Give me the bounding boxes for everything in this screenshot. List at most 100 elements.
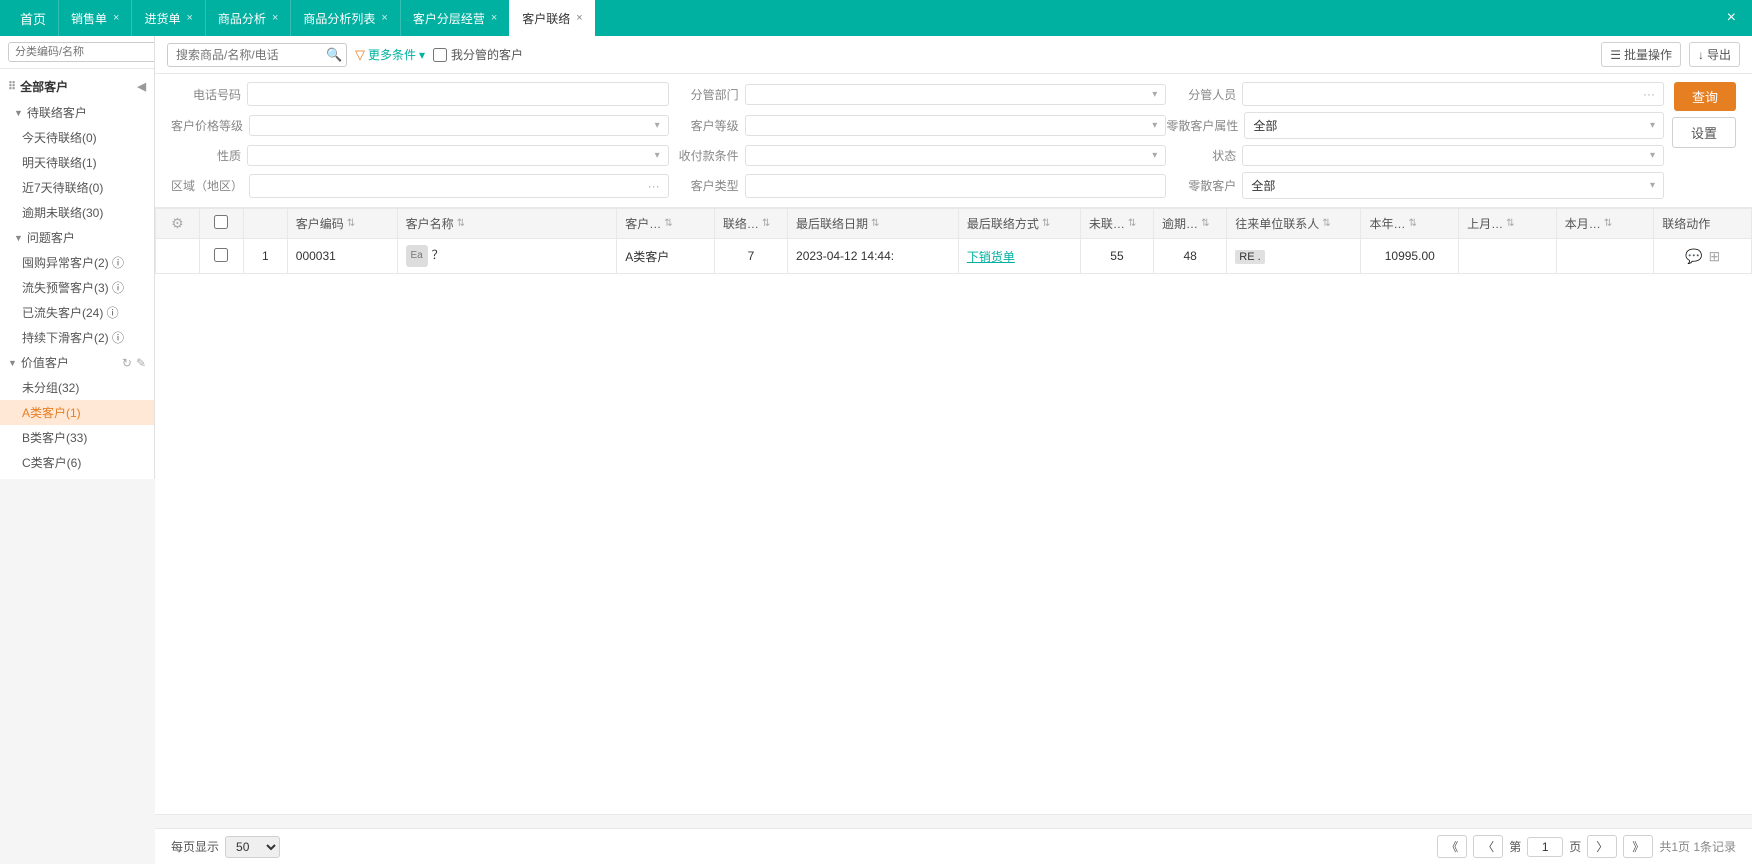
nav-tab-purchase-close[interactable]: × (186, 12, 192, 24)
sidebar-item-unclassified[interactable]: 未分组(32) (0, 375, 154, 400)
sidebar-item-class-a[interactable]: A类客户(1) (0, 400, 154, 425)
page-label: 第 (1509, 838, 1521, 855)
next-page-button[interactable]: 〉 (1587, 835, 1617, 858)
sidebar-item-tomorrow-contact[interactable]: 明天待联络(1) (0, 150, 154, 175)
filter-select-customer-grade[interactable]: ▾ (745, 115, 1167, 136)
sort-icon-name[interactable]: ⇅ (457, 218, 465, 229)
filter-search-icon[interactable]: 🔍 (326, 47, 342, 63)
filter-label-person: 分管人员 (1166, 86, 1236, 103)
edit-icon[interactable]: ✎ (136, 356, 146, 370)
select-all-checkbox[interactable] (214, 215, 228, 229)
nav-tab-sales-close[interactable]: × (113, 12, 119, 24)
last-page-button[interactable]: 》 (1623, 835, 1653, 858)
refresh-icon[interactable]: ↻ (122, 356, 132, 370)
sort-icon-this-month[interactable]: ⇅ (1604, 218, 1612, 229)
sort-icon-last-month[interactable]: ⇅ (1506, 218, 1514, 229)
filter-cell-status: 状态 ▾ (1166, 145, 1664, 166)
prev-page-button[interactable]: 〈 (1473, 835, 1503, 858)
sidebar-search-input[interactable] (8, 42, 155, 62)
sidebar-all-customers[interactable]: ⠿ 全部客户 ◀ (0, 73, 154, 100)
td-action: 💬 ⊞ (1654, 239, 1752, 274)
td-overdue: 48 (1154, 239, 1227, 274)
batch-op-button[interactable]: ☰ 批量操作 (1601, 42, 1681, 67)
sort-icon-no-contact[interactable]: ⇅ (1128, 218, 1136, 229)
nav-tab-purchase[interactable]: 进货单 × (131, 0, 204, 36)
sort-icon-contacts[interactable]: ⇅ (1322, 218, 1330, 229)
sidebar-item-class-b[interactable]: B类客户(33) (0, 425, 154, 450)
first-page-button[interactable]: 《 (1437, 835, 1467, 858)
nav-tab-sales[interactable]: 销售单 × (58, 0, 131, 36)
sort-icon-type[interactable]: ⇅ (664, 218, 672, 229)
nav-tab-customer-contact[interactable]: 客户联络 × (509, 0, 594, 36)
th-checkbox (199, 209, 243, 239)
global-close-button[interactable]: × (1719, 9, 1744, 27)
filter-select-scattered[interactable]: 全部 ▾ (1242, 172, 1664, 199)
ellipsis-icon-region[interactable]: ··· (648, 179, 660, 193)
sort-icon-contact[interactable]: ⇅ (762, 218, 770, 229)
filter-search-input[interactable] (176, 48, 326, 62)
td-last-date: 2023-04-12 14:44: (788, 239, 959, 274)
sidebar-item-hoard-abnormal[interactable]: 囤购异常客户(2) ⓘ (0, 250, 154, 275)
filter-cell-customer-grade: 客户等级 ▾ (669, 115, 1167, 136)
th-contact: 联络…⇅ (714, 209, 787, 239)
nav-tab-product-analysis-close[interactable]: × (272, 12, 278, 24)
sort-icon-code[interactable]: ⇅ (347, 218, 355, 229)
td-no-contact: 55 (1080, 239, 1153, 274)
filter-select-price-grade[interactable]: ▾ (249, 115, 669, 136)
th-seq (243, 209, 287, 239)
sort-icon-this-year[interactable]: ⇅ (1408, 218, 1416, 229)
filter-select-payment[interactable]: ▾ (745, 145, 1167, 166)
nav-tab-product-analysis[interactable]: 商品分析 × (205, 0, 290, 36)
sort-icon-last-date[interactable]: ⇅ (871, 218, 879, 229)
row-checkbox[interactable] (214, 248, 228, 262)
nav-tab-customer-tier[interactable]: 客户分层经营 × (400, 0, 509, 36)
sort-icon-overdue[interactable]: ⇅ (1201, 218, 1209, 229)
filter-input-customer-type[interactable] (745, 174, 1167, 198)
filter-input-phone[interactable] (247, 82, 669, 106)
filter-dots-region[interactable]: ··· (249, 174, 669, 198)
sidebar-item-overdue-contact[interactable]: 逾期未联络(30) (0, 200, 154, 225)
sidebar-item-churned[interactable]: 已流失客户(24) ⓘ (0, 300, 154, 325)
sidebar-item-class-c[interactable]: C类客户(6) (0, 450, 154, 475)
grid-icon[interactable]: ⊞ (1709, 248, 1721, 265)
nav-tab-product-list[interactable]: 商品分析列表 × (290, 0, 399, 36)
collapse-icon[interactable]: ◀ (138, 80, 146, 93)
sort-icon-last-method[interactable]: ⇅ (1042, 218, 1050, 229)
filter-dots-person[interactable]: ··· (1242, 82, 1664, 106)
export-button[interactable]: ↓ 导出 (1689, 42, 1740, 67)
my-customer-checkbox[interactable] (433, 48, 447, 62)
customer-table: ⚙ 客户编码⇅ 客户名称⇅ 客户…⇅ (155, 208, 1752, 274)
sidebar-group-waiting[interactable]: ▼ 待联络客户 (0, 100, 154, 125)
th-no-contact: 未联…⇅ (1080, 209, 1153, 239)
sidebar-item-7day-contact[interactable]: 近7天待联络(0) (0, 175, 154, 200)
nav-tab-customer-contact-close[interactable]: × (576, 12, 582, 24)
setting-button[interactable]: 设置 (1672, 117, 1736, 148)
sidebar-group-value[interactable]: ▼ 价值客户 ↻ ✎ (0, 350, 154, 375)
all-customers-label: 全部客户 (20, 78, 68, 95)
filter-select-status[interactable]: ▾ (1242, 145, 1664, 166)
sidebar-item-today-contact[interactable]: 今天待联络(0) (0, 125, 154, 150)
ellipsis-icon-person[interactable]: ··· (1643, 87, 1655, 101)
triangle-icon-problem: ▼ (14, 233, 23, 243)
chevron-down-icon-grade: ▾ (1152, 120, 1157, 131)
filter-row-1: 电话号码 分管部门 ▾ 分管人员 (171, 82, 1664, 106)
nav-tab-product-list-close[interactable]: × (381, 12, 387, 24)
more-filter-button[interactable]: ▽ 更多条件 ▾ (355, 46, 425, 63)
page-size-select[interactable]: 50 20 100 (225, 836, 280, 858)
page-number-input[interactable] (1527, 837, 1563, 857)
filter-select-dept[interactable]: ▾ (745, 84, 1167, 105)
sidebar-group-problem[interactable]: ▼ 问题客户 (0, 225, 154, 250)
sidebar-item-declining[interactable]: 持续下滑客户(2) ⓘ (0, 325, 154, 350)
filter-select-nature[interactable]: ▾ (247, 145, 669, 166)
query-button[interactable]: 查询 (1674, 82, 1736, 111)
bottom-scrollbar[interactable] (155, 814, 1752, 828)
comment-icon[interactable]: 💬 (1685, 248, 1702, 265)
nav-home[interactable]: 首页 (8, 0, 58, 36)
sidebar-item-churn-warning[interactable]: 流失预警客户(3) ⓘ (0, 275, 154, 300)
last-method-link[interactable]: 下销货单 (967, 250, 1015, 264)
td-this-year: 10995.00 (1361, 239, 1459, 274)
filter-select-scattered-attr[interactable]: 全部 ▾ (1244, 112, 1664, 139)
nav-tab-customer-tier-close[interactable]: × (491, 12, 497, 24)
gear-icon[interactable]: ⚙ (171, 215, 184, 231)
filter-label-payment: 收付款条件 (669, 147, 739, 164)
